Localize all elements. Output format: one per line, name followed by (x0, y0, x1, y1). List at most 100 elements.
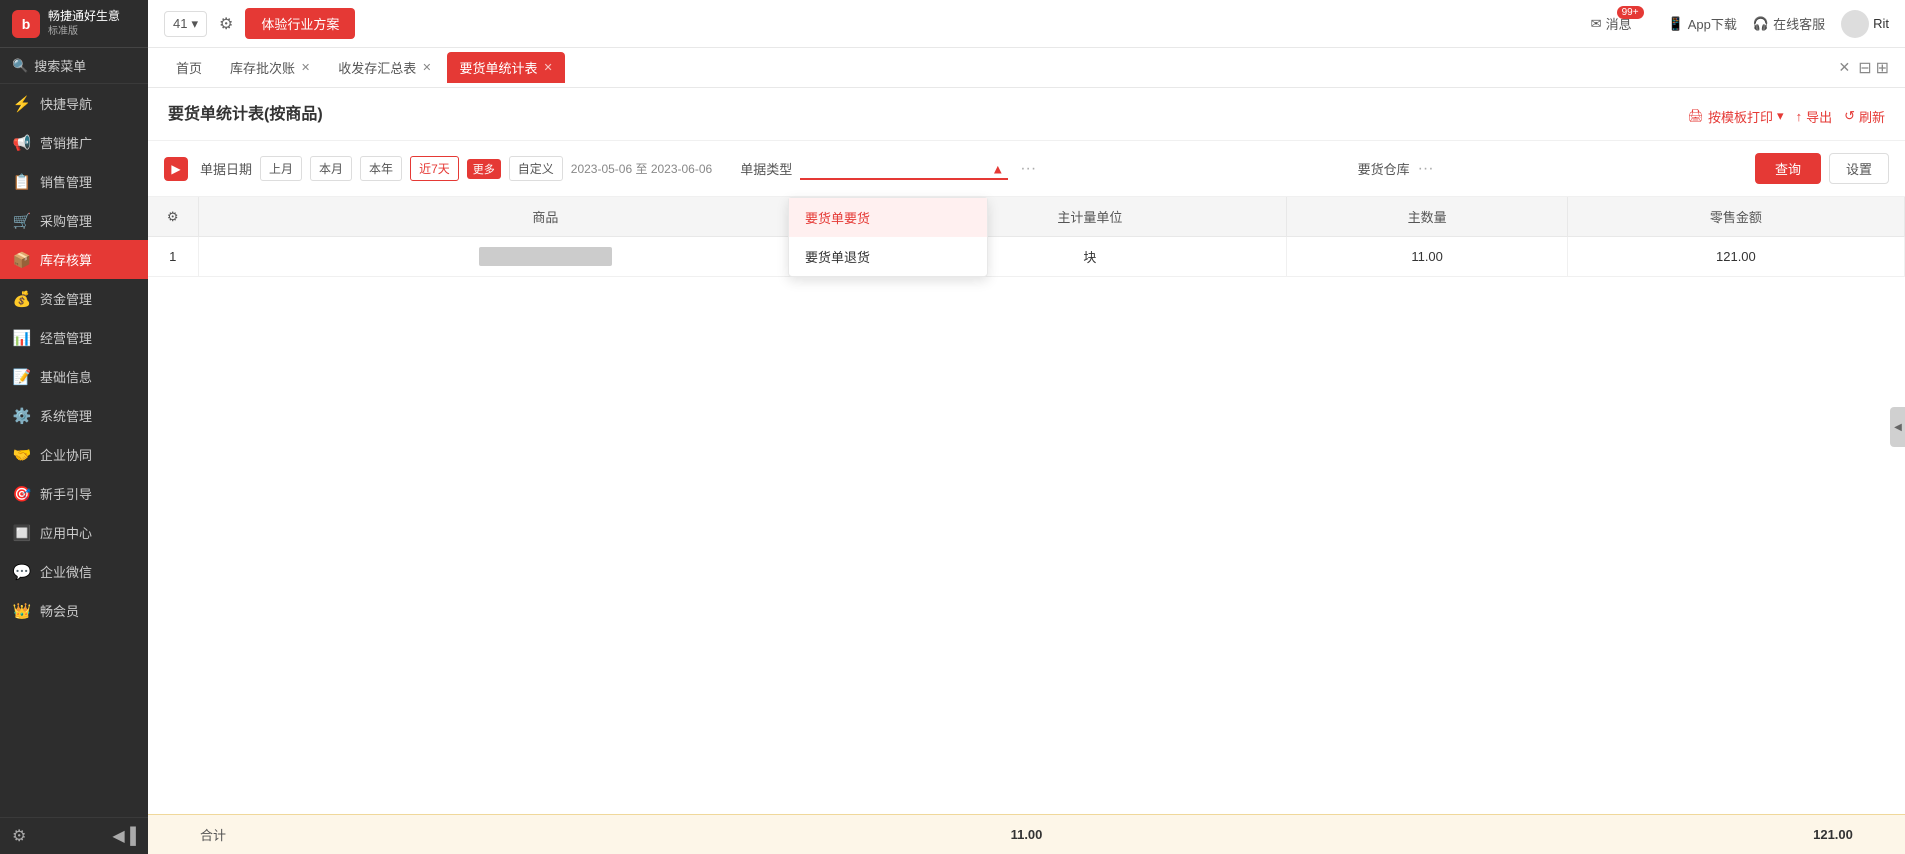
message-icon: ✉ (1591, 16, 1602, 32)
selector-dropdown-icon: ▾ (191, 16, 198, 32)
sidebar-search[interactable]: 🔍 搜索菜单 (0, 48, 148, 84)
headset-icon: 🎧 (1753, 16, 1769, 32)
date-more-tag[interactable]: 更多 (467, 159, 501, 179)
tab-close-inventory-batch[interactable]: ✕ (301, 61, 310, 74)
page-header: 要货单统计表(按商品) 🖨 按模板打印 ▾ ↑ 导出 ↺ 刷新 (148, 88, 1905, 141)
minimize-icon[interactable]: ⊟ (1858, 58, 1871, 78)
print-icon: 🖨 (1688, 108, 1705, 124)
sidebar-logo: b 畅捷通好生意 标准版 (0, 0, 148, 48)
tab-bar: 首页 库存批次账 ✕ 收发存汇总表 ✕ 要货单统计表 ✕ ✕ ⊟ ⊞ (148, 48, 1905, 88)
message-item[interactable]: ✉ 消息 99+ (1591, 14, 1632, 33)
sidebar-item-members[interactable]: 👑 畅会员 (0, 591, 148, 630)
export-icon: ↑ (1796, 109, 1803, 124)
tab-window-btns: ⊟ ⊞ (1858, 58, 1889, 78)
main-area: 41 ▾ ⚙ 体验行业方案 ✉ 消息 99+ 📱 App下载 🎧 在线客服 Ri… (148, 0, 1905, 854)
type-select-arrow-up[interactable]: ▲ (991, 161, 1004, 176)
sidebar-item-marketing[interactable]: 📢 营销推广 (0, 123, 148, 162)
sidebar-item-finance[interactable]: 💰 资金管理 (0, 279, 148, 318)
header-selector[interactable]: 41 ▾ (164, 11, 207, 37)
warehouse-filter-more[interactable]: ··· (1418, 160, 1434, 178)
app-download-item[interactable]: 📱 App下载 (1668, 14, 1737, 33)
footer-label: 合计 (200, 825, 226, 844)
sidebar: b 畅捷通好生意 标准版 🔍 搜索菜单 ⚡ 快捷导航 📢 营销推广 📋 销售管理… (0, 0, 148, 854)
sidebar-item-quick-nav[interactable]: ⚡ 快捷导航 (0, 84, 148, 123)
sidebar-item-app-center[interactable]: 🔲 应用中心 (0, 513, 148, 552)
refresh-icon: ↺ (1844, 108, 1855, 124)
dropdown-item-order-return[interactable]: 要货单退货 (789, 237, 987, 276)
sidebar-collapse-btn[interactable]: ◀ (1890, 407, 1905, 447)
export-btn[interactable]: ↑ 导出 (1796, 107, 1833, 126)
query-btn[interactable]: 查询 (1755, 153, 1821, 184)
warehouse-filter-group: 要货仓库 ··· (1358, 159, 1434, 178)
basic-icon: 📝 (12, 368, 32, 386)
sidebar-item-newbie[interactable]: 🎯 新手引导 (0, 474, 148, 513)
quick-nav-icon: ⚡ (12, 95, 32, 113)
cell-qty: 11.00 (1287, 237, 1567, 277)
marketing-icon: 📢 (12, 134, 32, 152)
maximize-icon[interactable]: ⊞ (1876, 58, 1889, 78)
top-header: 41 ▾ ⚙ 体验行业方案 ✉ 消息 99+ 📱 App下载 🎧 在线客服 Ri… (148, 0, 1905, 48)
type-filter-label: 单据类型 (740, 159, 792, 178)
refresh-btn[interactable]: ↺ 刷新 (1844, 107, 1885, 126)
members-icon: 👑 (12, 602, 32, 620)
app-center-icon: 🔲 (12, 524, 32, 542)
close-all-icon[interactable]: ✕ (1838, 59, 1850, 76)
sidebar-item-enterprise[interactable]: 🤝 企业协同 (0, 435, 148, 474)
header-gear-icon[interactable]: ⚙ (219, 14, 233, 34)
purchase-icon: 🛒 (12, 212, 32, 230)
type-select-input[interactable] (800, 157, 1008, 180)
table-gear-icon[interactable]: ⚙ (167, 209, 179, 224)
sidebar-nav: ⚡ 快捷导航 📢 营销推广 📋 销售管理 🛒 采购管理 📦 库存核算 💰 资金管… (0, 84, 148, 817)
setup-btn[interactable]: 设置 (1829, 153, 1889, 184)
date-last-month[interactable]: 上月 (260, 156, 302, 181)
system-icon: ⚙️ (12, 407, 32, 425)
data-table: ⚙ 商品 主计量单位 主数量 零售金额 1 ████████ 块 11. (148, 197, 1905, 277)
date-this-month[interactable]: 本月 (310, 156, 352, 181)
content-area: 要货单统计表(按商品) 🖨 按模板打印 ▾ ↑ 导出 ↺ 刷新 ▶ (148, 88, 1905, 854)
enterprise-icon: 🤝 (12, 446, 32, 464)
date-custom[interactable]: 自定义 (509, 156, 563, 181)
type-dropdown: 要货单要货 要货单退货 (788, 197, 988, 277)
type-select: ▲ (800, 157, 1008, 180)
enterprise-wechat-icon: 💬 (12, 563, 32, 581)
table-row: 1 ████████ 块 11.00 121.00 (148, 237, 1905, 277)
sidebar-item-inventory[interactable]: 📦 库存核算 (0, 240, 148, 279)
tab-receipt-summary[interactable]: 收发存汇总表 ✕ (326, 52, 443, 83)
settings-icon[interactable]: ⚙ (12, 826, 26, 846)
date-last-7days[interactable]: 近7天 (410, 156, 459, 181)
tab-close-receipt-summary[interactable]: ✕ (422, 61, 431, 74)
sales-icon: 📋 (12, 173, 32, 191)
sidebar-item-system[interactable]: ⚙️ 系统管理 (0, 396, 148, 435)
col-qty: 主数量 (1287, 197, 1567, 237)
collapse-icon[interactable]: ◀▐ (112, 826, 136, 846)
sidebar-item-enterprise-wechat[interactable]: 💬 企业微信 (0, 552, 148, 591)
online-service-item[interactable]: 🎧 在线客服 (1753, 14, 1825, 33)
table-container: ⚙ 商品 主计量单位 主数量 零售金额 1 ████████ 块 11. (148, 197, 1905, 814)
tab-order-stats[interactable]: 要货单统计表 ✕ (447, 52, 564, 83)
page-title: 要货单统计表(按商品) (168, 100, 323, 124)
col-amount: 零售金额 (1567, 197, 1904, 237)
sidebar-item-purchase[interactable]: 🛒 采购管理 (0, 201, 148, 240)
sidebar-item-operations[interactable]: 📊 经营管理 (0, 318, 148, 357)
industry-btn[interactable]: 体验行业方案 (245, 8, 355, 39)
newbie-icon: 🎯 (12, 485, 32, 503)
cell-seq: 1 (148, 237, 198, 277)
user-avatar-item[interactable]: Rit (1841, 10, 1889, 38)
tab-close-order-stats[interactable]: ✕ (544, 61, 553, 74)
footer-qty: 11.00 (987, 827, 1067, 842)
filter-toggle-btn[interactable]: ▶ (164, 157, 188, 181)
tab-home[interactable]: 首页 (164, 52, 214, 83)
print-dropdown-icon: ▾ (1777, 108, 1784, 124)
dropdown-item-order-single[interactable]: 要货单要货 (789, 198, 987, 237)
sidebar-footer: ⚙ ◀▐ (0, 817, 148, 854)
type-filter-group: 单据类型 ▲ ··· (740, 157, 1036, 180)
filter-bar: ▶ 单据日期 上月 本月 本年 近7天 更多 自定义 2023-05-06 至 … (148, 141, 1905, 197)
sidebar-item-basic[interactable]: 📝 基础信息 (0, 357, 148, 396)
date-this-year[interactable]: 本年 (360, 156, 402, 181)
sidebar-item-sales[interactable]: 📋 销售管理 (0, 162, 148, 201)
type-filter-more[interactable]: ··· (1020, 160, 1036, 178)
filter-actions: 查询 设置 (1755, 153, 1889, 184)
print-btn[interactable]: 🖨 按模板打印 ▾ (1688, 107, 1784, 126)
tab-inventory-batch[interactable]: 库存批次账 ✕ (218, 52, 322, 83)
date-range-display: 2023-05-06 至 2023-06-06 (571, 160, 712, 177)
